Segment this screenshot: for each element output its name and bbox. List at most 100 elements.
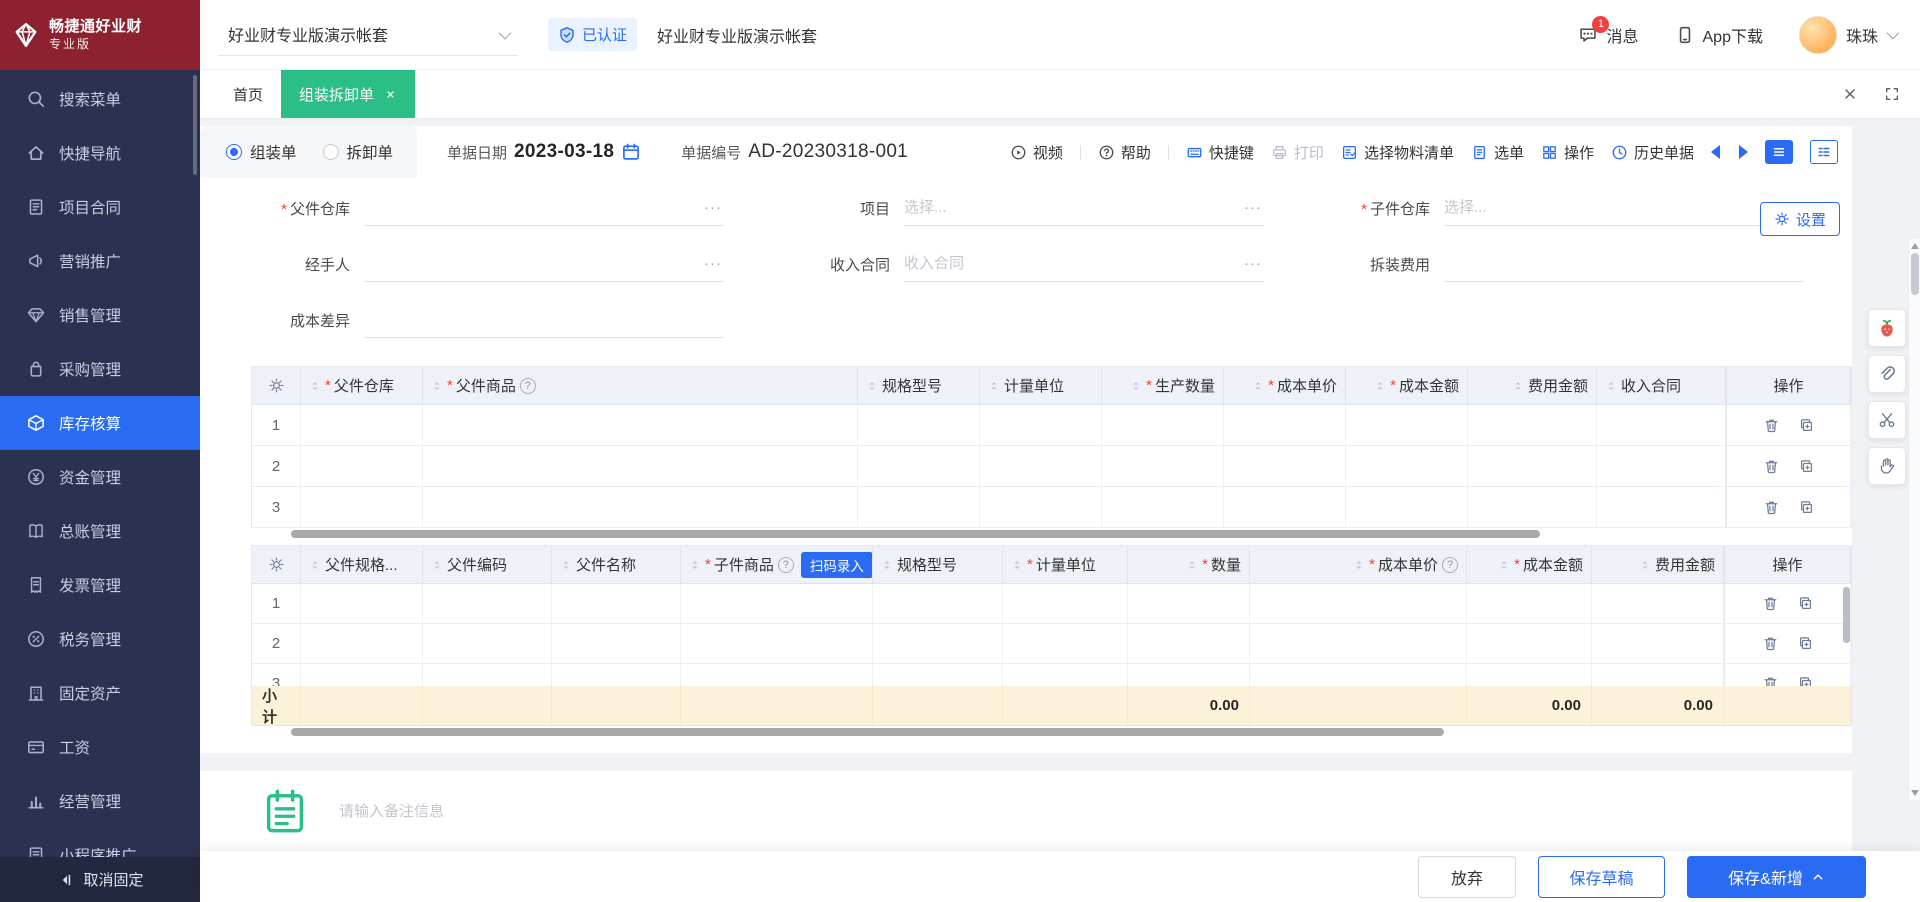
tab-assembly-order[interactable]: 组装拆卸单 (281, 70, 416, 118)
help-icon[interactable]: ? (777, 556, 794, 573)
messages-button[interactable]: 1 消息 (1578, 15, 1639, 47)
column-header[interactable]: 计量单位 (980, 367, 1102, 405)
sort-icon[interactable] (1605, 380, 1617, 392)
cell[interactable] (423, 405, 858, 446)
column-header[interactable]: 费用金额 (1592, 546, 1724, 584)
cell[interactable] (1128, 584, 1250, 624)
copy-row-icon[interactable] (1798, 417, 1815, 434)
cell[interactable] (858, 487, 980, 528)
sort-icon[interactable] (309, 380, 321, 392)
cell[interactable] (1468, 405, 1597, 446)
sidebar-item-marketing[interactable]: 营销推广 (0, 234, 200, 288)
cell[interactable] (423, 664, 552, 686)
cell[interactable] (681, 624, 873, 664)
column-header[interactable]: * 成本单价? (1250, 546, 1467, 584)
sidebar-item-mini-program[interactable]: 小程序推广 (0, 828, 200, 857)
cell[interactable] (1224, 487, 1346, 528)
ellipsis-button[interactable]: ··· (702, 199, 724, 216)
cell[interactable] (1468, 487, 1597, 528)
cell[interactable] (1592, 584, 1724, 624)
cell[interactable] (1003, 584, 1128, 624)
sidebar-item-general-ledger[interactable]: 总账管理 (0, 504, 200, 558)
next-doc-arrow[interactable] (1739, 145, 1748, 159)
copy-row-icon[interactable] (1797, 675, 1814, 686)
save-and-new-button[interactable]: 保存&新增 (1687, 855, 1866, 898)
close-all-tabs-icon[interactable] (1842, 86, 1858, 102)
prev-doc-arrow[interactable] (1711, 145, 1720, 159)
column-header[interactable]: 父件名称 (552, 546, 681, 584)
handler-input[interactable] (364, 255, 702, 272)
delete-row-icon[interactable] (1762, 595, 1779, 612)
cell[interactable] (1128, 624, 1250, 664)
operations-button[interactable]: 操作 (1541, 142, 1594, 163)
cell[interactable] (980, 405, 1102, 446)
scroll-down-arrow[interactable] (1910, 790, 1919, 796)
cell[interactable] (858, 446, 980, 487)
sidebar-item-sales[interactable]: 销售管理 (0, 288, 200, 342)
cell[interactable] (681, 584, 873, 624)
cell[interactable] (1224, 446, 1346, 487)
cell[interactable] (1250, 584, 1467, 624)
sort-icon[interactable] (1130, 380, 1142, 392)
sort-icon[interactable] (1011, 559, 1023, 571)
cell[interactable] (301, 624, 423, 664)
hscroll-thumb[interactable] (291, 530, 1540, 538)
ellipsis-button[interactable]: ··· (702, 255, 724, 272)
sidebar-item-search-menu[interactable]: 搜索菜单 (0, 72, 200, 126)
cell[interactable] (423, 584, 552, 624)
save-draft-button[interactable]: 保存草稿 (1538, 855, 1665, 898)
column-header[interactable]: * 父件商品? (423, 367, 858, 405)
copy-row-icon[interactable] (1797, 595, 1814, 612)
sidebar-item-inventory[interactable]: 库存核算 (0, 396, 200, 450)
column-settings-gear-icon[interactable] (268, 377, 285, 394)
cell[interactable] (1128, 664, 1250, 686)
copy-row-icon[interactable] (1797, 635, 1814, 652)
sort-icon[interactable] (1512, 380, 1524, 392)
sidebar-item-business-mgmt[interactable]: 经营管理 (0, 774, 200, 828)
copy-row-icon[interactable] (1798, 458, 1815, 475)
sort-icon[interactable] (1374, 380, 1386, 392)
tab-home[interactable]: 首页 (215, 70, 281, 118)
delete-row-icon[interactable] (1763, 417, 1780, 434)
select-bom-button[interactable]: 选择物料清单 (1341, 142, 1454, 163)
column-header[interactable]: 规格型号 (873, 546, 1003, 584)
cell[interactable] (423, 446, 858, 487)
app-download-button[interactable]: App下载 (1675, 23, 1763, 47)
delete-row-icon[interactable] (1763, 458, 1780, 475)
delete-row-icon[interactable] (1763, 499, 1780, 516)
cell[interactable] (423, 624, 552, 664)
cell[interactable] (1102, 405, 1224, 446)
cell[interactable] (423, 487, 858, 528)
sidebar-item-project-contract[interactable]: 项目合同 (0, 180, 200, 234)
attachment-button[interactable] (1868, 355, 1906, 393)
page-scrollbar[interactable] (1908, 239, 1920, 800)
discard-button[interactable]: 放弃 (1418, 855, 1516, 898)
gesture-button[interactable] (1868, 447, 1906, 485)
cell[interactable] (552, 624, 681, 664)
cell[interactable] (980, 487, 1102, 528)
unpin-sidebar-button[interactable]: 取消固定 (0, 857, 200, 902)
child-table-vscroll-thumb[interactable] (1843, 587, 1850, 643)
delete-row-icon[interactable] (1762, 635, 1779, 652)
cell[interactable] (1224, 405, 1346, 446)
doc-date-value[interactable]: 2023-03-18 (514, 141, 614, 163)
cell[interactable] (1597, 487, 1726, 528)
cell[interactable] (1250, 664, 1467, 686)
sort-icon[interactable] (1639, 559, 1651, 571)
sort-icon[interactable] (988, 380, 1000, 392)
snippet-button[interactable] (1868, 401, 1906, 439)
column-header[interactable]: 父件规格... (301, 546, 423, 584)
account-set-dropdown[interactable]: 好业财专业版演示帐套 (218, 14, 518, 56)
child-warehouse-input[interactable] (1444, 199, 1782, 216)
cell[interactable] (1592, 664, 1724, 686)
cell[interactable] (681, 664, 873, 686)
sidebar-item-tax[interactable]: 税务管理 (0, 612, 200, 666)
column-header[interactable]: 父件编码 (423, 546, 552, 584)
sort-icon[interactable] (689, 559, 701, 571)
cell[interactable] (301, 584, 423, 624)
scan-entry-button[interactable]: 扫码录入 (800, 551, 872, 578)
sort-icon[interactable] (431, 559, 443, 571)
project-input[interactable] (904, 199, 1242, 216)
sort-icon[interactable] (431, 380, 443, 392)
cost-diff-input[interactable] (364, 311, 724, 328)
